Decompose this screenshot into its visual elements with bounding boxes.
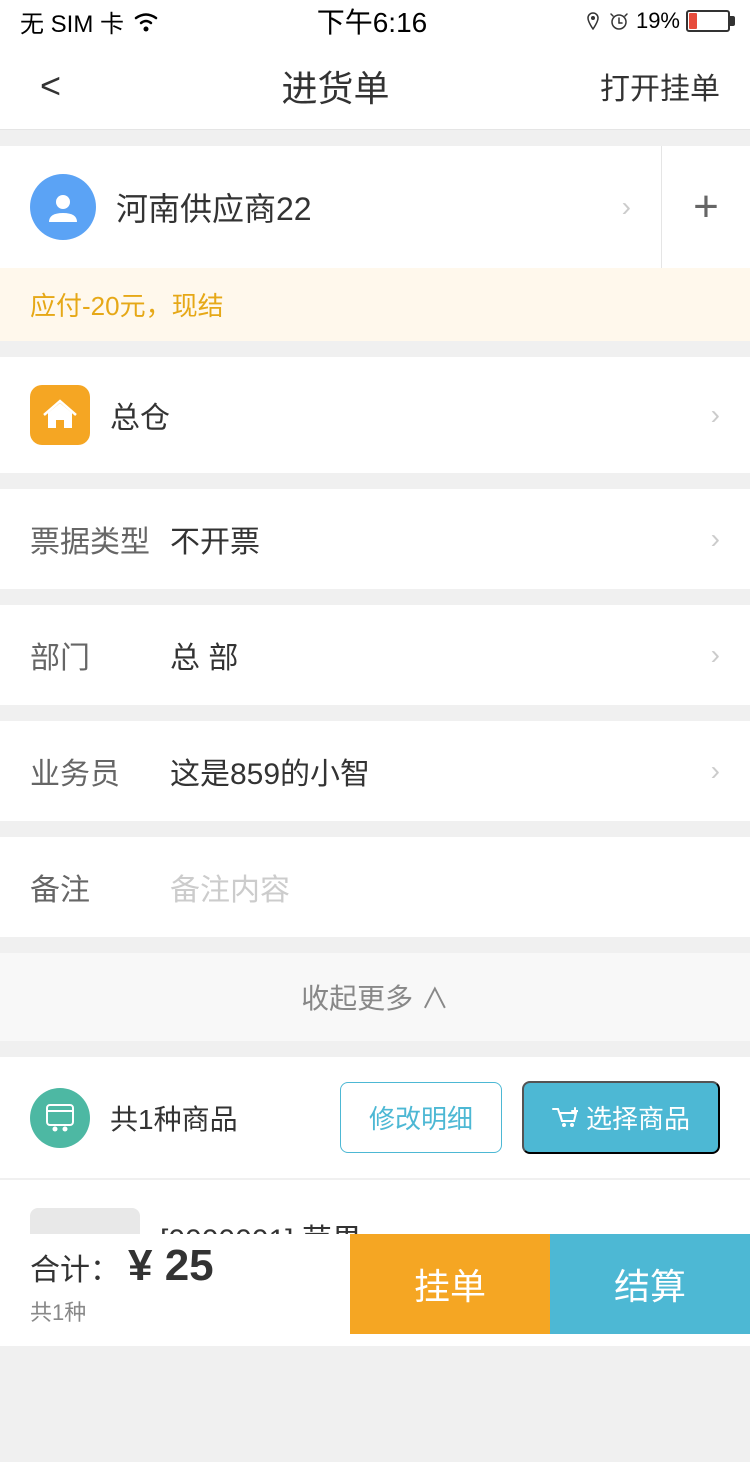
- nav-bar: < 进货单 打开挂单: [0, 42, 750, 130]
- battery-icon: [686, 10, 730, 32]
- supplier-section: 河南供应商22 › +: [0, 146, 750, 268]
- page-title: 进货单: [282, 60, 390, 112]
- salesman-section: 业务员 这是859的小智 ›: [0, 721, 750, 821]
- warehouse-name: 总仓: [110, 393, 711, 437]
- supplier-selector[interactable]: 河南供应商22 ›: [0, 146, 662, 268]
- department-row[interactable]: 部门 总 部 ›: [0, 605, 750, 705]
- settle-button[interactable]: 结算: [550, 1234, 750, 1334]
- department-label: 部门: [30, 633, 150, 677]
- status-time: 下午6:16: [317, 1, 428, 41]
- chevron-right-icon: ›: [711, 639, 720, 671]
- invoice-type-value: 不开票: [170, 517, 711, 561]
- select-product-button[interactable]: 选择商品: [522, 1081, 720, 1154]
- note-placeholder[interactable]: 备注内容: [170, 865, 720, 909]
- status-icons: 19%: [584, 8, 730, 34]
- invoice-row[interactable]: 票据类型 不开票 ›: [0, 489, 750, 589]
- status-bar: 无 SIM 卡 下午6:16 19%: [0, 0, 750, 42]
- wifi-icon: [132, 10, 160, 32]
- total-label: 合计：: [30, 1245, 120, 1289]
- note-row: 备注 备注内容: [0, 837, 750, 937]
- supplier-avatar: [30, 174, 96, 240]
- total-sub: 共1种: [30, 1295, 320, 1327]
- cart-add-icon: [552, 1107, 578, 1129]
- back-button[interactable]: <: [30, 55, 71, 117]
- note-label: 备注: [30, 865, 150, 909]
- product-header: 共1种商品 修改明细 选择商品: [0, 1057, 750, 1178]
- chevron-right-icon: ›: [711, 523, 720, 555]
- total-main: 合计： ¥ 25: [30, 1241, 320, 1291]
- carrier-text: 无 SIM 卡: [20, 4, 124, 39]
- person-icon: [45, 189, 81, 225]
- location-icon: [584, 12, 602, 30]
- warehouse-row[interactable]: 总仓 ›: [0, 357, 750, 473]
- department-section: 部门 总 部 ›: [0, 605, 750, 705]
- supplier-add-button[interactable]: +: [662, 146, 750, 268]
- salesman-row[interactable]: 业务员 这是859的小智 ›: [0, 721, 750, 821]
- open-hang-button[interactable]: 打开挂单: [600, 64, 720, 108]
- chevron-right-icon: ›: [622, 191, 631, 223]
- salesman-value: 这是859的小智: [170, 749, 711, 793]
- cart-icon: [43, 1101, 77, 1135]
- note-section: 备注 备注内容: [0, 837, 750, 937]
- footer: 合计： ¥ 25 共1种 挂单 结算: [0, 1234, 750, 1334]
- footer-total: 合计： ¥ 25 共1种: [0, 1234, 350, 1334]
- status-carrier: 无 SIM 卡: [20, 4, 160, 39]
- chevron-right-icon: ›: [711, 399, 720, 431]
- salesman-label: 业务员: [30, 749, 150, 793]
- warning-banner: 应付-20元，现结: [0, 268, 750, 341]
- product-count: 共1种商品: [110, 1098, 320, 1138]
- alarm-icon: [608, 12, 630, 30]
- edit-detail-button[interactable]: 修改明细: [340, 1082, 502, 1153]
- collapse-button[interactable]: 收起更多 ∧: [0, 953, 750, 1041]
- supplier-name: 河南供应商22: [116, 184, 622, 230]
- battery-percent: 19%: [636, 8, 680, 34]
- invoice-section: 票据类型 不开票 ›: [0, 489, 750, 589]
- department-value: 总 部: [170, 633, 711, 677]
- hang-button[interactable]: 挂单: [350, 1234, 550, 1334]
- chevron-right-icon: ›: [711, 755, 720, 787]
- warehouse-section: 总仓 ›: [0, 357, 750, 473]
- total-amount: ¥ 25: [128, 1241, 214, 1291]
- warning-text: 应付-20元，现结: [30, 291, 224, 321]
- invoice-type-label: 票据类型: [30, 517, 150, 561]
- home-icon: [43, 398, 77, 432]
- collapse-label: 收起更多 ∧: [301, 977, 449, 1017]
- cart-icon-container: [30, 1088, 90, 1148]
- warehouse-icon: [30, 385, 90, 445]
